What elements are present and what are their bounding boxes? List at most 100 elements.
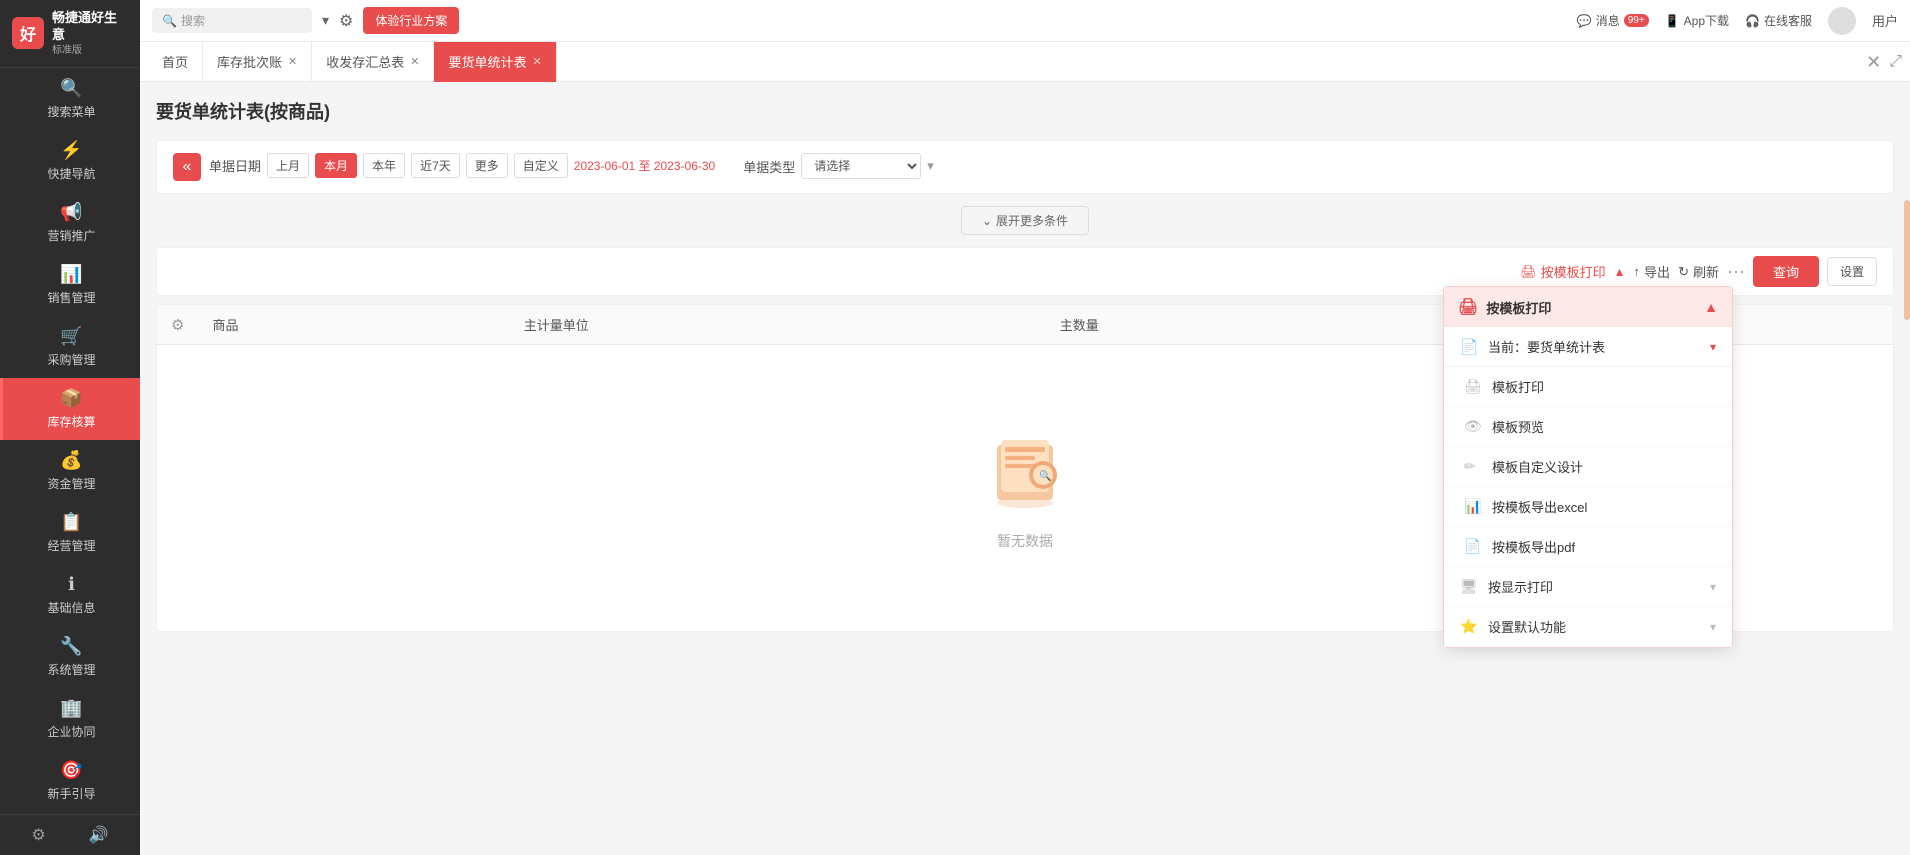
template-print-label: 模板打印 bbox=[1492, 377, 1544, 396]
app-download-btn[interactable]: 📱 App下载 bbox=[1665, 12, 1729, 29]
online-service-label: 在线客服 bbox=[1764, 12, 1812, 29]
online-service-btn[interactable]: 🎧 在线客服 bbox=[1745, 12, 1812, 29]
sidebar-item-system[interactable]: 🔧 系统管理 bbox=[0, 626, 140, 688]
search-icon: 🔍 bbox=[60, 78, 82, 99]
quick-nav-icon: ⚡ bbox=[60, 140, 82, 161]
column-settings-icon[interactable]: ⚙ bbox=[171, 317, 184, 334]
footer-settings-btn[interactable]: ⚙ bbox=[31, 825, 45, 845]
logo-text: 畅捷通好生意 标准版 bbox=[52, 10, 128, 57]
messages-label: 消息 bbox=[1596, 12, 1620, 29]
more-actions-btn[interactable]: ··· bbox=[1727, 261, 1745, 282]
refresh-label: 刷新 bbox=[1693, 262, 1719, 281]
date-filter-btn-更多[interactable]: 更多 bbox=[466, 153, 508, 178]
purchase-icon: 🛒 bbox=[60, 326, 82, 347]
table-col-product: 商品 bbox=[198, 305, 509, 345]
date-filter-btn-上月[interactable]: 上月 bbox=[267, 153, 309, 178]
dropdown-item-export-excel[interactable]: 📊 按模板导出excel bbox=[1444, 487, 1732, 527]
app-download-label: App下载 bbox=[1684, 12, 1729, 29]
messages-btn[interactable]: 💬 消息 99+ bbox=[1577, 12, 1649, 29]
footer-sound-btn[interactable]: 🔊 bbox=[89, 825, 109, 845]
marketing-icon: 📢 bbox=[60, 202, 82, 223]
tab-home[interactable]: 首页 bbox=[148, 42, 203, 82]
avatar[interactable] bbox=[1828, 7, 1856, 35]
sidebar-item-sales[interactable]: 📊 销售管理 bbox=[0, 254, 140, 316]
tab-collection-summary[interactable]: 收发存汇总表 ✕ bbox=[312, 42, 434, 82]
app-icon: 📱 bbox=[1665, 14, 1680, 28]
sidebar-item-finance[interactable]: 💰 资金管理 bbox=[0, 440, 140, 502]
sidebar-item-label-quick-nav: 快捷导航 bbox=[47, 165, 95, 182]
enterprise-icon: 🏢 bbox=[60, 698, 82, 719]
topbar: 🔍 搜索 ▾ ⚙ 体验行业方案 💬 消息 99+ 📱 App下载 🎧 在线客服 … bbox=[140, 0, 1910, 42]
tab-label-collection-summary: 收发存汇总表 bbox=[326, 52, 404, 71]
tab-inventory-batch[interactable]: 库存批次账✕ bbox=[203, 42, 312, 82]
refresh-btn[interactable]: ↻ 刷新 bbox=[1678, 262, 1719, 281]
settings-btn[interactable]: 设置 bbox=[1827, 257, 1877, 286]
tab-order-stats[interactable]: 要货单统计表 ✕ bbox=[434, 42, 556, 82]
dropdown-current-arrow: ▾ bbox=[1710, 340, 1716, 354]
dropdown-item-export-pdf[interactable]: 📄 按模板导出pdf bbox=[1444, 527, 1732, 567]
filter-toggle-btn[interactable]: « bbox=[173, 153, 201, 181]
dropdown-current-label: 当前：要货单统计表 bbox=[1488, 337, 1700, 356]
table-col-gear[interactable]: ⚙ bbox=[157, 305, 198, 345]
dropdown-item-template-preview[interactable]: 👁 模板预览 bbox=[1444, 407, 1732, 447]
sidebar-item-quick-nav[interactable]: ⚡ 快捷导航 bbox=[0, 130, 140, 192]
tab-close-inventory-batch[interactable]: ✕ bbox=[288, 55, 297, 68]
print-btn[interactable]: 🖨 按模板打印 bbox=[1520, 262, 1606, 281]
empty-text: 暂无数据 bbox=[997, 531, 1053, 551]
print-dropdown-panel: 🖨 按模板打印 ▲ 📄 当前：要货单统计表 ▾ 🖨 模板打印 👁 模板预览 bbox=[1443, 286, 1733, 648]
message-icon: 💬 bbox=[1577, 14, 1592, 28]
type-filter-select[interactable]: 请选择 bbox=[801, 153, 921, 179]
sidebar-item-label-search: 搜索菜单 bbox=[47, 103, 95, 120]
dropdown-set-default[interactable]: ⭐ 设置默认功能 ▾ bbox=[1444, 607, 1732, 647]
sidebar-item-enterprise[interactable]: 🏢 企业协同 bbox=[0, 688, 140, 750]
template-design-label: 模板自定义设计 bbox=[1492, 457, 1583, 476]
sidebar-item-inventory[interactable]: 📦 库存核算 bbox=[0, 378, 140, 440]
expand-more-btn[interactable]: ⌄ 展开更多条件 bbox=[961, 206, 1089, 235]
logo-icon: 好 bbox=[12, 17, 44, 49]
export-btn[interactable]: ↑ 导出 bbox=[1634, 262, 1671, 281]
date-filter-btn-本月[interactable]: 本月 bbox=[315, 153, 357, 178]
sidebar-item-purchase[interactable]: 🛒 采购管理 bbox=[0, 316, 140, 378]
user-name: 用户 bbox=[1872, 11, 1898, 30]
set-default-arrow: ▾ bbox=[1710, 620, 1716, 634]
date-filter-btn-近7天[interactable]: 近7天 bbox=[411, 153, 460, 178]
search-placeholder: 搜索 bbox=[181, 12, 205, 29]
search-dropdown-btn[interactable]: ▾ bbox=[322, 12, 329, 29]
display-print-icon: 🖥 bbox=[1460, 578, 1478, 595]
print-arrow-btn[interactable]: ▲ bbox=[1614, 265, 1626, 279]
dropdown-item-template-design[interactable]: ✏ 模板自定义设计 bbox=[1444, 447, 1732, 487]
sidebar-nav: 🔍 搜索菜单⚡ 快捷导航📢 营销推广📊 销售管理🛒 采购管理📦 库存核算💰 资金… bbox=[0, 68, 140, 814]
tab-label-order-stats: 要货单统计表 bbox=[448, 52, 526, 71]
dropdown-print-icon: 🖨 bbox=[1458, 297, 1478, 317]
query-btn[interactable]: 查询 bbox=[1753, 256, 1819, 287]
empty-svg: 🔍 bbox=[975, 425, 1075, 515]
print-label: 按模板打印 bbox=[1541, 262, 1606, 281]
tab-close-order-stats[interactable]: ✕ bbox=[533, 55, 542, 68]
expand-tab-btn[interactable]: ⤢ bbox=[1889, 53, 1902, 71]
print-icon: 🖨 bbox=[1520, 264, 1537, 280]
dropdown-item-template-print[interactable]: 🖨 模板打印 bbox=[1444, 367, 1732, 407]
topbar-search[interactable]: 🔍 搜索 bbox=[152, 8, 312, 33]
template-preview-icon: 👁 bbox=[1464, 418, 1482, 435]
dropdown-collapse-btn[interactable]: ▲ bbox=[1704, 299, 1718, 315]
dropdown-display-print[interactable]: 🖥 按显示打印 ▾ bbox=[1444, 567, 1732, 607]
current-indicator-icon: 📄 bbox=[1460, 338, 1478, 356]
filter-date-range: 2023-06-01 至 2023-06-30 bbox=[574, 157, 715, 174]
sidebar-item-search[interactable]: 🔍 搜索菜单 bbox=[0, 68, 140, 130]
sidebar-item-label-enterprise: 企业协同 bbox=[47, 723, 95, 740]
dropdown-title: 按模板打印 bbox=[1486, 298, 1551, 317]
trial-btn[interactable]: 体验行业方案 bbox=[363, 7, 459, 34]
date-filter-btn-自定义[interactable]: 自定义 bbox=[514, 153, 568, 178]
dropdown-current-item[interactable]: 📄 当前：要货单统计表 ▾ bbox=[1444, 327, 1732, 367]
sidebar-item-new-guide[interactable]: 🎯 新手引导 bbox=[0, 750, 140, 812]
sidebar-item-basic-info[interactable]: ℹ 基础信息 bbox=[0, 564, 140, 626]
sidebar-item-label-marketing: 营销推广 bbox=[47, 227, 95, 244]
tab-close-collection-summary[interactable]: ✕ bbox=[410, 55, 419, 68]
topbar-gear-btn[interactable]: ⚙ bbox=[339, 11, 353, 31]
sidebar-item-operations[interactable]: 📋 经营管理 bbox=[0, 502, 140, 564]
expand-icon: ⌄ bbox=[982, 214, 992, 228]
date-filter-btn-本年[interactable]: 本年 bbox=[363, 153, 405, 178]
close-all-tabs-btn[interactable]: ✕ bbox=[1866, 53, 1881, 71]
sidebar-item-marketing[interactable]: 📢 营销推广 bbox=[0, 192, 140, 254]
resize-handle[interactable] bbox=[1904, 200, 1910, 320]
